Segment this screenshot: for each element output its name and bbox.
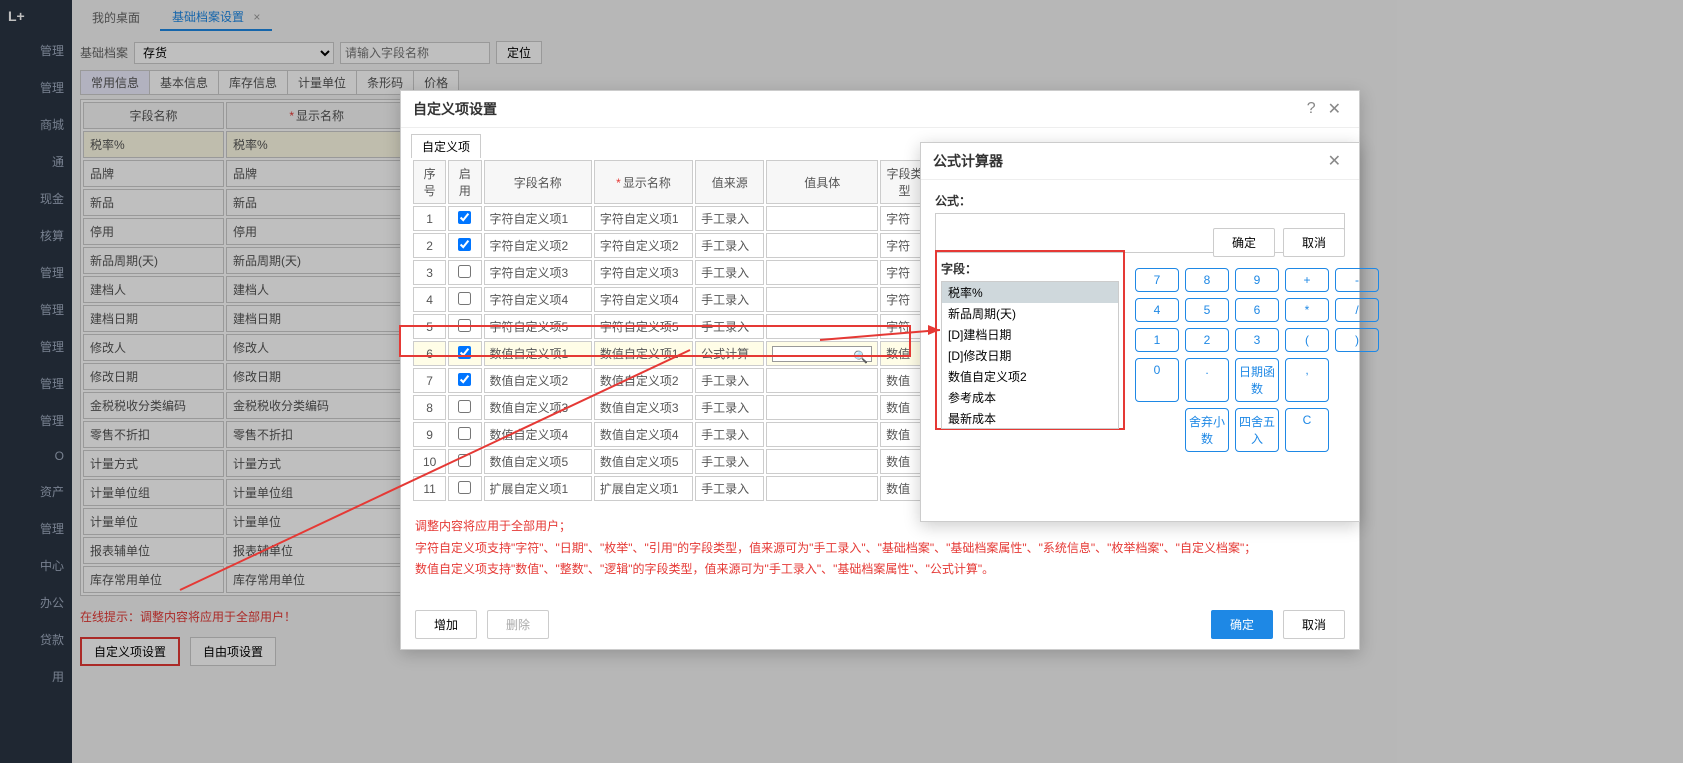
field-item[interactable]: [D]建档日期 bbox=[942, 324, 1118, 345]
formula-calculator-modal: 公式计算器 ✕ 公式： 字段： 税率%新品周期(天)[D]建档日期[D]修改日期… bbox=[920, 142, 1360, 522]
col-seq: 序号 bbox=[413, 160, 446, 204]
keypad-key[interactable]: . bbox=[1185, 358, 1229, 402]
cancel-button[interactable]: 取消 bbox=[1283, 610, 1345, 639]
keypad-key[interactable]: 4 bbox=[1135, 298, 1179, 322]
enable-checkbox[interactable] bbox=[458, 481, 471, 494]
enable-checkbox[interactable] bbox=[458, 211, 471, 224]
inner-tab-custom[interactable]: 自定义项 bbox=[411, 134, 481, 158]
field-label: 字段： bbox=[941, 260, 1119, 277]
keypad-key[interactable]: 5 bbox=[1185, 298, 1229, 322]
keypad-key[interactable]: 2 bbox=[1185, 328, 1229, 352]
table-row[interactable]: 3字符自定义项3字符自定义项3手工录入字符 bbox=[413, 260, 929, 285]
formula-label: 公式： bbox=[935, 192, 1345, 209]
col-display: 显示名称 bbox=[594, 160, 693, 204]
keypad-key[interactable]: 8 bbox=[1185, 268, 1229, 292]
table-row[interactable]: 2字符自定义项2字符自定义项2手工录入字符 bbox=[413, 233, 929, 258]
table-row[interactable]: 9数值自定义项4数值自定义项4手工录入数值 bbox=[413, 422, 929, 447]
keypad-key[interactable]: - bbox=[1335, 268, 1379, 292]
keypad-key[interactable]: , bbox=[1285, 358, 1329, 402]
field-item[interactable]: 税率% bbox=[942, 282, 1118, 303]
table-row[interactable]: 7数值自定义项2数值自定义项2手工录入数值 bbox=[413, 368, 929, 393]
enable-checkbox[interactable] bbox=[458, 238, 471, 251]
enable-checkbox[interactable] bbox=[458, 400, 471, 413]
field-item[interactable]: 新品周期(天) bbox=[942, 303, 1118, 324]
table-row[interactable]: 6数值自定义项1数值自定义项1公式计算🔍数值 bbox=[413, 341, 929, 366]
delete-button[interactable]: 删除 bbox=[487, 610, 549, 639]
enable-checkbox[interactable] bbox=[458, 373, 471, 386]
col-enable: 启用 bbox=[448, 160, 481, 204]
keypad: 789+- 456*/ 123() 0.日期函数, 舍弃小数四舍五入C bbox=[1135, 268, 1379, 452]
keypad-key[interactable]: 7 bbox=[1135, 268, 1179, 292]
keypad-key[interactable]: + bbox=[1285, 268, 1329, 292]
keypad-key[interactable]: 四舍五入 bbox=[1235, 408, 1279, 452]
field-box-highlight: 字段： 税率%新品周期(天)[D]建档日期[D]修改日期数值自定义项2参考成本最… bbox=[935, 250, 1125, 430]
field-item[interactable]: 数值自定义项2 bbox=[942, 366, 1118, 387]
table-row[interactable]: 11扩展自定义项1扩展自定义项1手工录入数值 bbox=[413, 476, 929, 501]
field-item[interactable]: [D]修改日期 bbox=[942, 345, 1118, 366]
keypad-key[interactable]: * bbox=[1285, 298, 1329, 322]
table-row[interactable]: 10数值自定义项5数值自定义项5手工录入数值 bbox=[413, 449, 929, 474]
calc-ok-button[interactable]: 确定 bbox=[1213, 228, 1275, 257]
close-icon[interactable]: ✕ bbox=[1322, 99, 1347, 119]
keypad-key[interactable]: ( bbox=[1285, 328, 1329, 352]
field-item[interactable]: 参考成本 bbox=[942, 387, 1118, 408]
table-row[interactable]: 5字符自定义项5字符自定义项5手工录入字符 bbox=[413, 314, 929, 339]
keypad-key[interactable]: 9 bbox=[1235, 268, 1279, 292]
close-icon[interactable]: ✕ bbox=[1322, 151, 1347, 171]
keypad-key[interactable]: 舍弃小数 bbox=[1185, 408, 1229, 452]
col-source: 值来源 bbox=[695, 160, 764, 204]
enable-checkbox[interactable] bbox=[458, 292, 471, 305]
keypad-key[interactable]: 日期函数 bbox=[1235, 358, 1279, 402]
table-row[interactable]: 1字符自定义项1字符自定义项1手工录入字符 bbox=[413, 206, 929, 231]
field-item[interactable]: 最新成本 bbox=[942, 408, 1118, 429]
field-list[interactable]: 税率%新品周期(天)[D]建档日期[D]修改日期数值自定义项2参考成本最新成本平… bbox=[941, 281, 1119, 429]
help-icon[interactable]: ? bbox=[1301, 100, 1322, 118]
keypad-key[interactable]: 1 bbox=[1135, 328, 1179, 352]
keypad-key[interactable]: 0 bbox=[1135, 358, 1179, 402]
ok-button[interactable]: 确定 bbox=[1211, 610, 1273, 639]
enable-checkbox[interactable] bbox=[458, 427, 471, 440]
keypad-key[interactable]: ) bbox=[1335, 328, 1379, 352]
modal-title: 自定义项设置 bbox=[413, 99, 1301, 119]
keypad-key[interactable]: / bbox=[1335, 298, 1379, 322]
keypad-key[interactable]: 6 bbox=[1235, 298, 1279, 322]
keypad-key[interactable]: 3 bbox=[1235, 328, 1279, 352]
keypad-key[interactable]: C bbox=[1285, 408, 1329, 452]
custom-table: 序号 启用 字段名称 显示名称 值来源 值具体 字段类型 1字符自定义项1字符自… bbox=[411, 158, 931, 503]
enable-checkbox[interactable] bbox=[458, 346, 471, 359]
col-value: 值具体 bbox=[766, 160, 878, 204]
enable-checkbox[interactable] bbox=[458, 319, 471, 332]
table-row[interactable]: 4字符自定义项4字符自定义项4手工录入字符 bbox=[413, 287, 929, 312]
table-row[interactable]: 8数值自定义项3数值自定义项3手工录入数值 bbox=[413, 395, 929, 420]
notes: 调整内容将应用于全部用户； 字符自定义项支持"字符"、"日期"、"枚举"、"引用… bbox=[415, 516, 1345, 581]
col-field: 字段名称 bbox=[484, 160, 592, 204]
search-icon[interactable]: 🔍 bbox=[853, 350, 868, 364]
calc-cancel-button[interactable]: 取消 bbox=[1283, 228, 1345, 257]
calc-title: 公式计算器 bbox=[933, 151, 1322, 171]
add-button[interactable]: 增加 bbox=[415, 610, 477, 639]
enable-checkbox[interactable] bbox=[458, 265, 471, 278]
enable-checkbox[interactable] bbox=[458, 454, 471, 467]
